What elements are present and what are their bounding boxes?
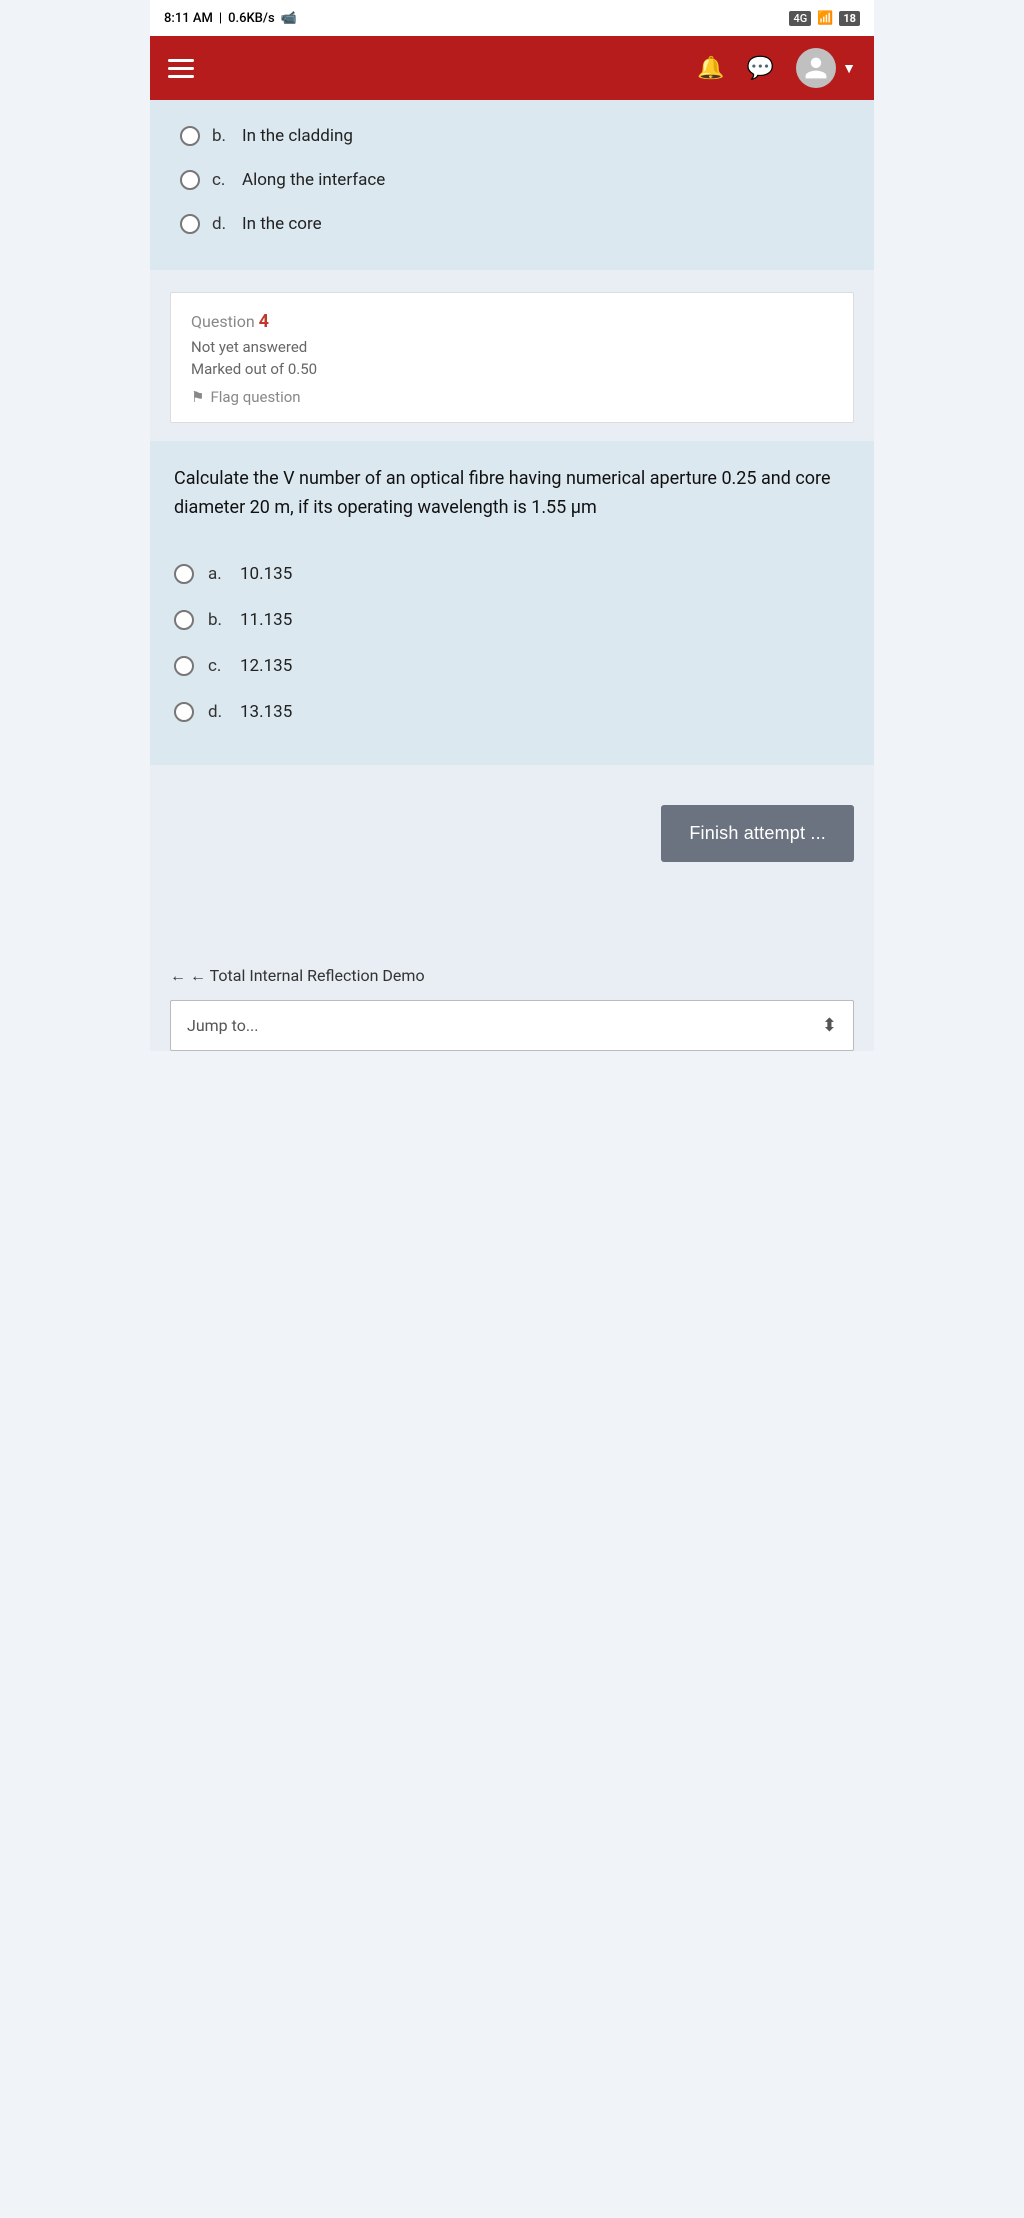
jump-to-dropdown[interactable]: Jump to... ⬍ [170, 1000, 854, 1051]
q4-option-a-radio[interactable] [174, 564, 194, 584]
notification-icon[interactable]: 🔔 [697, 56, 724, 81]
spacer-1 [150, 270, 874, 292]
hamburger-menu-button[interactable] [168, 59, 194, 78]
navbar-right: 🔔 💬 ▼ [697, 48, 856, 88]
navbar: 🔔 💬 ▼ [150, 36, 874, 100]
flag-icon: ⚑ [191, 388, 204, 406]
signal-icon: 📶 [817, 11, 833, 26]
option-b-radio[interactable] [180, 126, 200, 146]
question-4-card: Question 4 Not yet answered Marked out o… [170, 292, 854, 423]
footer-nav: ← ← Total Internal Reflection Demo Jump … [150, 952, 874, 1051]
q4-option-c-letter: c. [208, 656, 226, 676]
question-label: Question [191, 312, 255, 331]
main-content: b. In the cladding c. Along the interfac… [150, 100, 874, 1051]
jump-to-arrow-icon: ⬍ [822, 1015, 837, 1036]
battery-indicator: 18 [839, 11, 860, 26]
option-d-row[interactable]: d. In the core [180, 202, 844, 246]
spacer-3 [150, 765, 874, 805]
q4-option-b-radio[interactable] [174, 610, 194, 630]
back-arrow-icon: ← [170, 966, 186, 986]
user-icon [803, 55, 829, 81]
q4-option-a-row[interactable]: a. 10.135 [174, 551, 850, 597]
separator: | [219, 11, 222, 26]
navbar-left [168, 59, 194, 78]
option-b-text: In the cladding [242, 126, 353, 146]
flag-question-label: Flag question [210, 388, 300, 406]
finish-attempt-button[interactable]: Finish attempt ... [661, 805, 854, 862]
q4-option-b-letter: b. [208, 610, 226, 630]
message-icon[interactable]: 💬 [747, 56, 774, 81]
q4-option-d-row[interactable]: d. 13.135 [174, 689, 850, 735]
q4-option-b-value: 11.135 [240, 610, 292, 630]
option-c-text: Along the interface [242, 170, 385, 190]
previous-question-options: b. In the cladding c. Along the interfac… [150, 100, 874, 270]
question-body: Calculate the V number of an optical fib… [150, 441, 874, 765]
question-text: Calculate the V number of an optical fib… [174, 465, 850, 523]
option-d-letter: d. [212, 214, 230, 234]
back-link[interactable]: ← ← Total Internal Reflection Demo [170, 952, 854, 1000]
network-type: 4G [789, 11, 811, 26]
option-d-text: In the core [242, 214, 322, 234]
q4-option-b-row[interactable]: b. 11.135 [174, 597, 850, 643]
question-header: Question 4 [191, 311, 833, 332]
option-c-letter: c. [212, 170, 230, 190]
q4-option-c-value: 12.135 [240, 656, 292, 676]
spacer-4 [150, 902, 874, 952]
q4-option-d-radio[interactable] [174, 702, 194, 722]
q4-option-a-letter: a. [208, 564, 226, 584]
options-list: a. 10.135 b. 11.135 c. 12.135 d. 13.135 [174, 551, 850, 735]
avatar [796, 48, 836, 88]
q4-option-d-value: 13.135 [240, 702, 292, 722]
question-marks: Marked out of 0.50 [191, 360, 833, 378]
question-status: Not yet answered [191, 338, 833, 356]
option-b-letter: b. [212, 126, 230, 146]
jump-to-label: Jump to... [187, 1016, 259, 1035]
option-d-radio[interactable] [180, 214, 200, 234]
status-bar-right: 4G 📶 18 [789, 11, 860, 26]
option-b-row[interactable]: b. In the cladding [180, 114, 844, 158]
time-text: 8:11 AM [164, 11, 213, 26]
question-number: 4 [259, 311, 269, 332]
video-icon: 📹 [281, 11, 297, 26]
q4-option-a-value: 10.135 [240, 564, 292, 584]
flag-question-button[interactable]: ⚑ Flag question [191, 388, 833, 406]
chevron-down-icon: ▼ [842, 60, 856, 77]
status-bar-left: 8:11 AM | 0.6KB/s 📹 [164, 11, 297, 26]
q4-option-c-row[interactable]: c. 12.135 [174, 643, 850, 689]
status-bar: 8:11 AM | 0.6KB/s 📹 4G 📶 18 [150, 0, 874, 36]
finish-row: Finish attempt ... [150, 805, 874, 902]
spacer-2 [150, 423, 874, 441]
profile-menu[interactable]: ▼ [796, 48, 856, 88]
q4-option-c-radio[interactable] [174, 656, 194, 676]
option-c-radio[interactable] [180, 170, 200, 190]
q4-option-d-letter: d. [208, 702, 226, 722]
network-speed: 0.6KB/s [228, 11, 275, 26]
back-link-text: ← Total Internal Reflection Demo [190, 966, 425, 986]
option-c-row[interactable]: c. Along the interface [180, 158, 844, 202]
